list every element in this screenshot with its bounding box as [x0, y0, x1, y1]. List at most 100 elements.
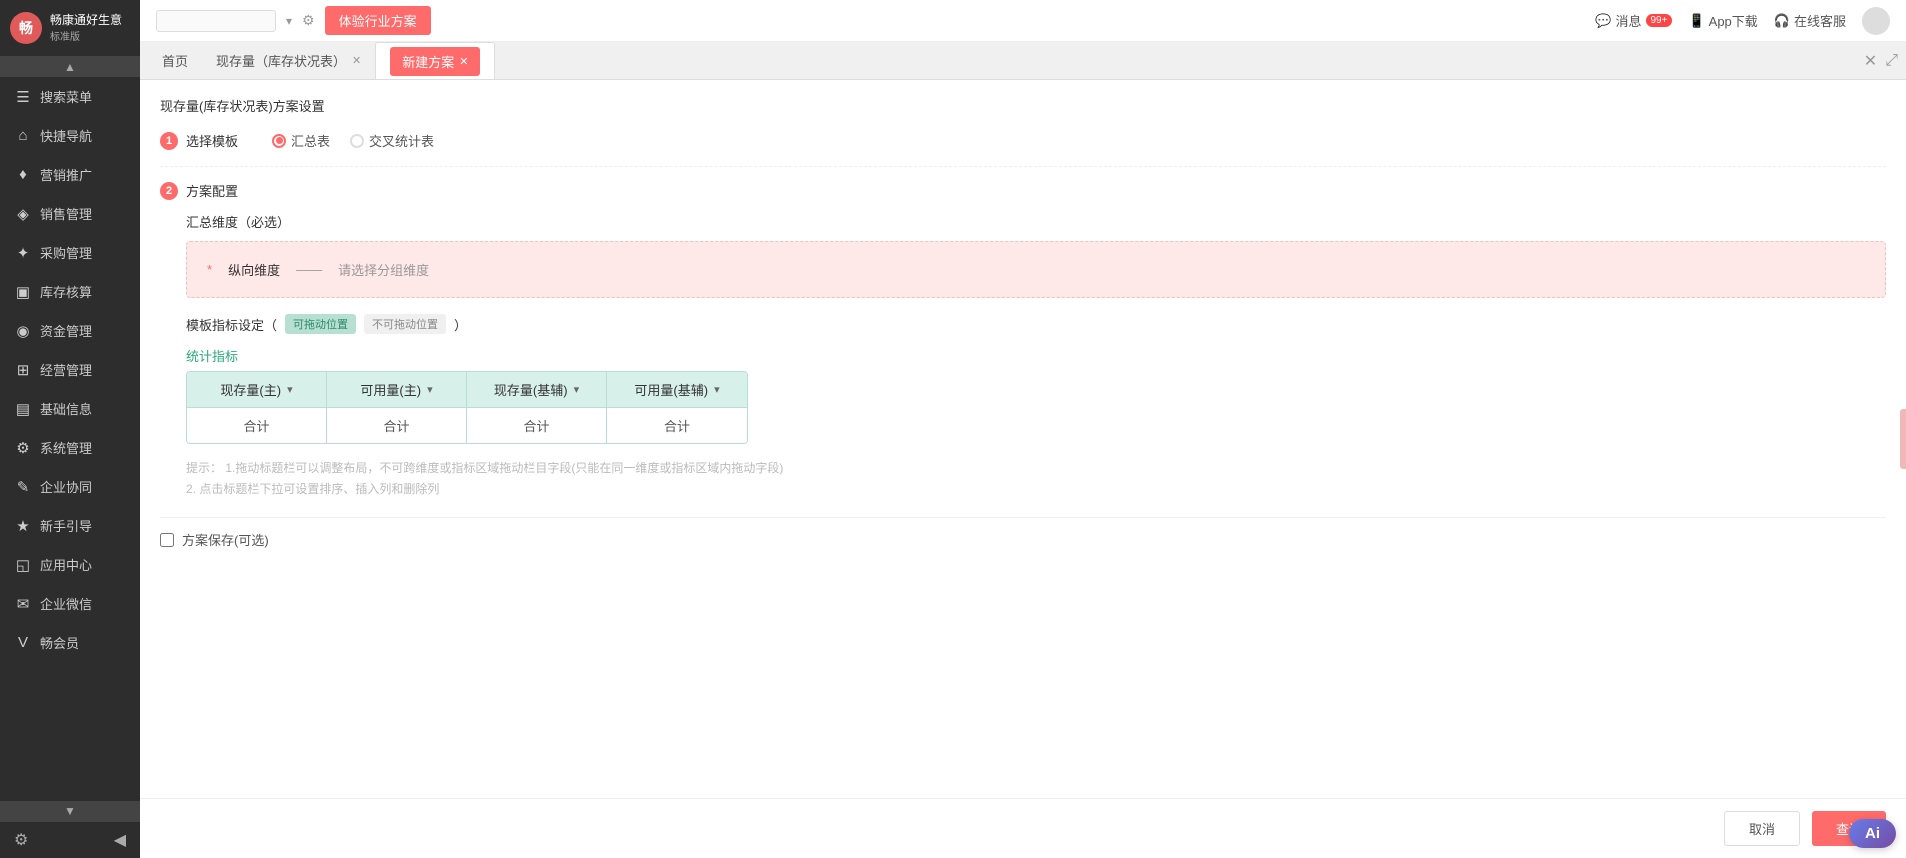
collab-icon: ✎: [14, 478, 32, 496]
stats-section-label: 统计指标: [186, 346, 1886, 365]
section-choose-template: 1 选择模板 汇总表 交叉统计表: [160, 131, 1886, 150]
sidebar-item-basic-info[interactable]: ▤ 基础信息: [0, 389, 140, 428]
tab-collapse-icon[interactable]: ✕: [1864, 51, 1877, 71]
stats-col-3: 现存量(基辅) ▾: [467, 372, 607, 407]
section2-header: 2 方案配置: [160, 181, 1886, 200]
sidebar-item-guide[interactable]: ★ 新手引导: [0, 506, 140, 545]
template-options: 汇总表 交叉统计表: [272, 131, 434, 150]
sidebar-item-wechat[interactable]: ✉ 企业微信: [0, 584, 140, 623]
topbar-right: 💬 消息 99+ 📱 App下载 🎧 在线客服: [1595, 7, 1890, 35]
sidebar-scroll-up[interactable]: ▲: [0, 57, 140, 77]
system-icon: ⚙: [14, 439, 32, 457]
stats-col-2: 可用量(主) ▾: [327, 372, 467, 407]
sidebar-item-management[interactable]: ⊞ 经营管理: [0, 350, 140, 389]
topbar: ▾ ⚙ 体验行业方案 💬 消息 99+ 📱 App下载 🎧 在线客服: [140, 0, 1906, 42]
summary-dimension-label: 汇总维度（必选）: [186, 212, 1886, 231]
save-label: 方案保存(可选): [182, 530, 269, 549]
chevron-down-icon-1[interactable]: ▾: [287, 383, 293, 396]
stats-col-2-label: 可用量(主): [360, 380, 421, 399]
user-avatar[interactable]: [1862, 7, 1890, 35]
stats-body-col-1: 合计: [187, 407, 327, 443]
stats-body-col-2: 合计: [327, 407, 467, 443]
tab-inventory[interactable]: 现存量（库存状况表） ✕: [202, 42, 375, 79]
sidebar-item-app-center[interactable]: ◱ 应用中心: [0, 545, 140, 584]
stats-col-1-label: 现存量(主): [220, 380, 281, 399]
stats-col-3-header[interactable]: 现存量(基辅) ▾: [467, 372, 606, 407]
sidebar-item-collab[interactable]: ✎ 企业协同: [0, 467, 140, 506]
topbar-search-input[interactable]: [156, 10, 276, 32]
sidebar-item-purchase[interactable]: ✦ 采购管理: [0, 233, 140, 272]
sidebar-item-system[interactable]: ⚙ 系统管理: [0, 428, 140, 467]
collapse-icon[interactable]: ◀: [114, 830, 126, 850]
save-checkbox[interactable]: [160, 533, 174, 547]
new-scheme-close-icon[interactable]: ✕: [459, 55, 468, 68]
section2-body: 汇总维度（必选） * 纵向维度 —— 请选择分组维度 模板指标设定（ 可拖动位置: [186, 212, 1886, 497]
sidebar-item-label: 快捷导航: [40, 126, 92, 145]
radio-cross-label: 交叉统计表: [369, 131, 434, 150]
sidebar-item-label: 采购管理: [40, 243, 92, 262]
sidebar-scroll-down[interactable]: ▼: [0, 801, 140, 821]
stats-col-4: 可用量(基辅) ▾: [607, 372, 747, 407]
tab-inventory-label: 现存量（库存状况表）: [216, 51, 346, 70]
purchase-icon: ✦: [14, 244, 32, 262]
sidebar-item-member[interactable]: V 畅会员: [0, 623, 140, 662]
management-icon: ⊞: [14, 361, 32, 379]
sidebar-item-marketing[interactable]: ♦ 营销推广: [0, 155, 140, 194]
topbar-gear-icon[interactable]: ⚙: [302, 12, 315, 29]
tip-2: 2. 点击标题栏下拉可设置排序、插入列和删除列: [186, 480, 1886, 497]
chevron-down-icon-4[interactable]: ▾: [714, 383, 720, 396]
online-service-item[interactable]: 🎧 在线客服: [1774, 11, 1846, 30]
stats-table-body: 合计 合计 合计 合计: [187, 407, 747, 443]
basic-info-icon: ▤: [14, 400, 32, 418]
stats-col-4-header[interactable]: 可用量(基辅) ▾: [607, 372, 747, 407]
stats-col-1-header[interactable]: 现存量(主) ▾: [187, 372, 326, 407]
new-scheme-btn[interactable]: 新建方案 ✕: [390, 47, 480, 76]
app-name: 畅康通好生意: [50, 13, 122, 29]
stats-body-col-4: 合计: [607, 407, 747, 443]
trial-industry-button[interactable]: 体验行业方案: [325, 6, 431, 35]
chevron-down-icon-2[interactable]: ▾: [427, 383, 433, 396]
dimension-placeholder[interactable]: 请选择分组维度: [338, 260, 429, 279]
cancel-button[interactable]: 取消: [1724, 811, 1800, 846]
sidebar-item-sales[interactable]: ◈ 销售管理: [0, 194, 140, 233]
radio-cross-table[interactable]: 交叉统计表: [350, 131, 434, 150]
section1-number: 1: [160, 132, 178, 150]
save-row: 方案保存(可选): [160, 517, 1886, 549]
sidebar-item-search[interactable]: ☰ 搜索菜单: [0, 77, 140, 116]
member-icon: V: [14, 634, 32, 651]
sidebar-item-inventory[interactable]: ▣ 库存核算: [0, 272, 140, 311]
tab-home[interactable]: 首页: [148, 42, 202, 79]
app-download-label: App下载: [1709, 11, 1758, 30]
chevron-down-icon-3[interactable]: ▾: [574, 383, 580, 396]
messages-item[interactable]: 💬 消息 99+: [1595, 11, 1672, 30]
section-scheme-config: 2 方案配置 汇总维度（必选） * 纵向维度 —— 请选择分组维度: [160, 181, 1886, 497]
vertical-dim-label: 纵向维度: [228, 260, 280, 279]
settings-icon[interactable]: ⚙: [14, 830, 28, 850]
section2-label: 方案配置: [186, 181, 238, 200]
app-center-icon: ◱: [14, 556, 32, 574]
ai-badge[interactable]: Ai: [1849, 819, 1896, 848]
tab-inventory-close-icon[interactable]: ✕: [352, 54, 361, 67]
sidebar-item-label: 系统管理: [40, 438, 92, 457]
radio-summary-table[interactable]: 汇总表: [272, 131, 330, 150]
main-area: ▾ ⚙ 体验行业方案 💬 消息 99+ 📱 App下载 🎧 在线客服 首页: [140, 0, 1906, 858]
radio-summary-circle: [272, 134, 286, 148]
topbar-dropdown-icon[interactable]: ▾: [286, 14, 292, 28]
download-icon: 📱: [1688, 13, 1704, 29]
stats-body-col-3: 合计: [467, 407, 607, 443]
tab-new-scheme[interactable]: 新建方案 ✕: [375, 42, 495, 79]
tab-expand-icon[interactable]: ⤢: [1885, 52, 1898, 70]
section1-label: 选择模板: [186, 131, 238, 150]
app-download-item[interactable]: 📱 App下载: [1688, 11, 1757, 30]
home-icon: ⌂: [14, 127, 32, 144]
app-name-block: 畅康通好生意 标准版: [50, 13, 122, 44]
sidebar-item-finance[interactable]: ◉ 资金管理: [0, 311, 140, 350]
sidebar-item-label: 畅会员: [40, 633, 79, 652]
sales-icon: ◈: [14, 205, 32, 223]
tips-section: 提示： 1.拖动标题栏可以调整布局，不可跨维度或指标区域拖动栏目字段(只能在同一…: [186, 459, 1886, 497]
stats-col-2-header[interactable]: 可用量(主) ▾: [327, 372, 466, 407]
dimension-dash: ——: [296, 262, 322, 277]
messages-badge: 99+: [1646, 14, 1673, 27]
sidebar-item-nav[interactable]: ⌂ 快捷导航: [0, 116, 140, 155]
messages-label: 消息: [1615, 11, 1641, 30]
